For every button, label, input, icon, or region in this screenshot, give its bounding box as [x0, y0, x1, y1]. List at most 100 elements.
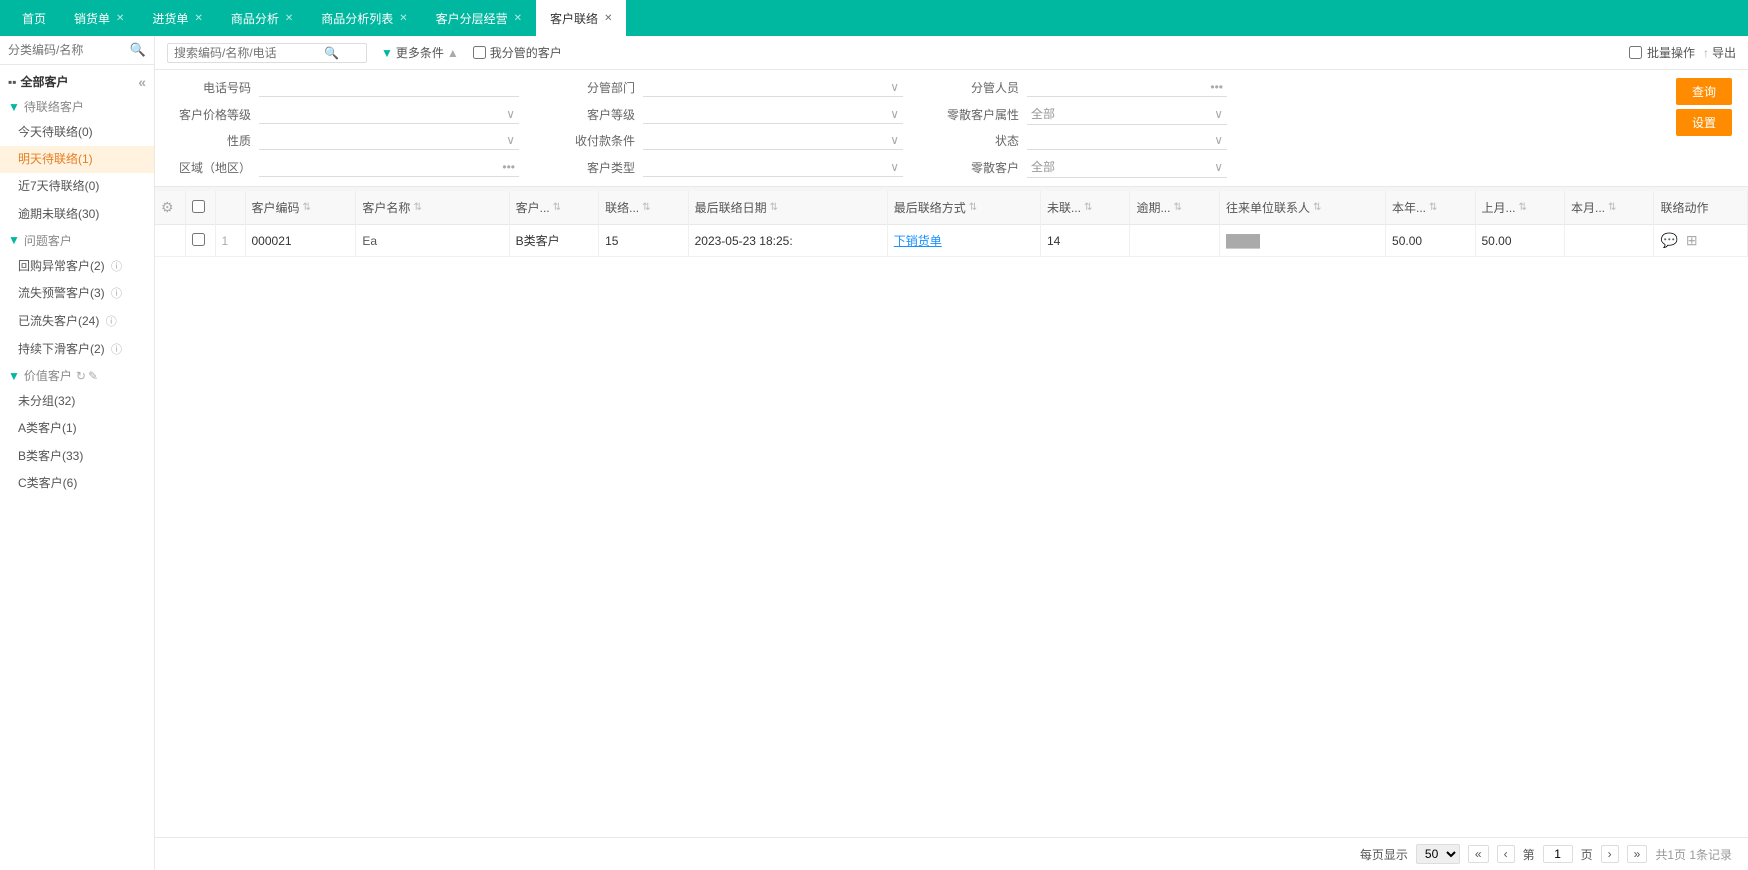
filter-scatter-select[interactable]: 全部 ∨	[1027, 156, 1227, 178]
nav-customer-tier[interactable]: 客户分层经营 ✕	[422, 0, 536, 36]
sort-unit-contact-icon[interactable]: ⇅	[1313, 202, 1321, 213]
sort-this-year-icon[interactable]: ⇅	[1429, 202, 1437, 213]
section-value-customers: ▼ 价值客户 ↻ ✎	[0, 363, 154, 388]
value-edit-icon[interactable]: ✎	[88, 369, 98, 383]
row-num: 1	[215, 225, 245, 257]
sidebar-item-7days[interactable]: 近7天待联络(0)	[0, 173, 154, 200]
sidebar-item-type-a[interactable]: A类客户(1)	[0, 415, 154, 442]
sort-last-contact-method-icon[interactable]: ⇅	[969, 202, 977, 213]
my-customers-checkbox[interactable]	[473, 46, 486, 59]
toolbar-search-icon[interactable]: 🔍	[324, 46, 339, 60]
sidebar-item-type-b[interactable]: B类客户(33)	[0, 443, 154, 470]
nav-product-analysis-list[interactable]: 商品分析列表 ✕	[307, 0, 421, 36]
col-last-month[interactable]: 上月... ⇅	[1475, 191, 1564, 225]
action-grid-icon[interactable]: ⊞	[1686, 232, 1698, 249]
filter-customer-level-select[interactable]: ∨	[643, 105, 903, 124]
sort-customer-name-icon[interactable]: ⇅	[413, 202, 421, 213]
last-contact-method-link[interactable]: 下销货单	[894, 234, 942, 248]
filter-scatter-attr-select[interactable]: 全部 ∨	[1027, 103, 1227, 125]
row-select-checkbox[interactable]	[192, 233, 205, 246]
toolbar: 🔍 ▼ 更多条件 ▲ 我分管的客户 批量操作 ↑ 导出	[155, 36, 1748, 70]
col-last-contact-date[interactable]: 最后联络日期 ⇅	[688, 191, 887, 225]
query-button[interactable]: 查询	[1676, 78, 1732, 105]
row-last-contact-method[interactable]: 下销货单	[887, 225, 1040, 257]
value-refresh-icon[interactable]: ↻	[76, 369, 86, 383]
col-customer-code[interactable]: 客户编码 ⇅	[245, 191, 356, 225]
ctype-caret-icon: ∨	[890, 160, 899, 174]
select-all-checkbox[interactable]	[192, 200, 205, 213]
first-page-btn[interactable]: «	[1468, 845, 1489, 863]
filter-price-level-select[interactable]: ∨	[259, 105, 519, 124]
sidebar-item-tomorrow[interactable]: 明天待联络(1)	[0, 146, 154, 173]
last-page-btn[interactable]: »	[1627, 845, 1648, 863]
nav-customer-contact[interactable]: 客户联络 ✕	[536, 0, 626, 36]
sort-contact-icon[interactable]: ⇅	[642, 202, 650, 213]
arrow-value-icon: ▼	[8, 369, 20, 383]
sort-overdue-icon[interactable]: ⇅	[1173, 202, 1181, 213]
close-product-analysis-list-icon[interactable]: ✕	[399, 13, 407, 24]
nav-home[interactable]: 首页	[8, 0, 60, 36]
nav-purchase[interactable]: 进货单 ✕	[138, 0, 216, 36]
filter-customer-type-select[interactable]: ∨	[643, 158, 903, 177]
toolbar-search-input[interactable]	[174, 46, 324, 60]
batch-op-btn[interactable]: 批量操作	[1629, 44, 1695, 61]
sort-this-month-icon[interactable]: ⇅	[1608, 202, 1616, 213]
dept-caret-icon: ∨	[890, 80, 899, 94]
nav-sales[interactable]: 销货单 ✕	[60, 0, 138, 36]
close-customer-contact-icon[interactable]: ✕	[604, 13, 612, 24]
col-uncontacted[interactable]: 未联... ⇅	[1040, 191, 1129, 225]
filter-dept-select[interactable]: ∨	[643, 78, 903, 97]
filter-label-nature: 性质	[171, 132, 251, 149]
sidebar-item-type-c[interactable]: C类客户(6)	[0, 470, 154, 497]
sidebar-collapse-btn[interactable]: «	[138, 74, 146, 90]
sort-uncontacted-icon[interactable]: ⇅	[1084, 202, 1092, 213]
sidebar-search-icon[interactable]: 🔍	[130, 42, 146, 58]
close-sales-icon[interactable]: ✕	[116, 13, 124, 24]
filter-label-customer-level: 客户等级	[555, 106, 635, 123]
filter-region-select[interactable]: •••	[259, 158, 519, 177]
sort-customer-code-icon[interactable]: ⇅	[303, 202, 311, 213]
close-customer-tier-icon[interactable]: ✕	[514, 13, 522, 24]
col-unit-contact[interactable]: 往来单位联系人 ⇅	[1219, 191, 1385, 225]
sidebar-item-churned[interactable]: 已流失客户(24) ⓘ	[0, 308, 154, 336]
filter-status-select[interactable]: ∨	[1027, 131, 1227, 150]
export-btn[interactable]: ↑ 导出	[1703, 44, 1736, 61]
sidebar-item-ungrouped[interactable]: 未分组(32)	[0, 388, 154, 415]
page-input[interactable]	[1543, 845, 1573, 863]
next-page-btn[interactable]: ›	[1601, 845, 1619, 863]
col-last-contact-method[interactable]: 最后联络方式 ⇅	[887, 191, 1040, 225]
export-icon: ↑	[1703, 46, 1709, 60]
sort-last-contact-date-icon[interactable]: ⇅	[770, 202, 778, 213]
col-customer-type[interactable]: 客户... ⇅	[509, 191, 598, 225]
col-this-month[interactable]: 本月... ⇅	[1564, 191, 1653, 225]
page-size-select[interactable]: 50	[1416, 844, 1460, 864]
sidebar-search-input[interactable]	[8, 43, 130, 57]
sidebar-item-declining[interactable]: 持续下滑客户(2) ⓘ	[0, 336, 154, 364]
nav-product-analysis[interactable]: 商品分析 ✕	[217, 0, 307, 36]
total-info: 共1页 1条记录	[1655, 846, 1732, 863]
more-filters-btn[interactable]: ▼ 更多条件 ▲	[375, 42, 465, 63]
sidebar-item-today[interactable]: 今天待联络(0)	[0, 119, 154, 146]
col-contact[interactable]: 联络... ⇅	[599, 191, 688, 225]
setting-button[interactable]: 设置	[1676, 109, 1732, 136]
sidebar-item-repurchase-abnormal[interactable]: 回购异常客户(2) ⓘ	[0, 253, 154, 281]
filter-manager-select[interactable]: •••	[1027, 78, 1227, 97]
sort-customer-type-icon[interactable]: ⇅	[553, 202, 561, 213]
action-chat-icon[interactable]: 💬	[1660, 232, 1677, 249]
gear-icon[interactable]: ⚙	[161, 199, 174, 215]
filter-payment-select[interactable]: ∨	[643, 131, 903, 150]
row-last-contact-date: 2023-05-23 18:25:	[688, 225, 887, 257]
prev-page-btn[interactable]: ‹	[1497, 845, 1515, 863]
col-this-year[interactable]: 本年... ⇅	[1386, 191, 1475, 225]
close-product-analysis-icon[interactable]: ✕	[285, 13, 293, 24]
sidebar-item-churn-warning[interactable]: 流失预警客户(3) ⓘ	[0, 280, 154, 308]
close-purchase-icon[interactable]: ✕	[194, 13, 202, 24]
col-customer-name[interactable]: 客户名称 ⇅	[356, 191, 509, 225]
sort-last-month-icon[interactable]: ⇅	[1519, 202, 1527, 213]
sidebar-item-overdue[interactable]: 逾期未联络(30)	[0, 201, 154, 228]
filter-phone-input[interactable]	[259, 78, 519, 97]
batch-op-checkbox[interactable]	[1629, 46, 1642, 59]
section-pending-contact: ▼ 待联络客户	[0, 94, 154, 119]
col-overdue[interactable]: 逾期... ⇅	[1130, 191, 1219, 225]
filter-nature-select[interactable]: ∨	[259, 131, 519, 150]
